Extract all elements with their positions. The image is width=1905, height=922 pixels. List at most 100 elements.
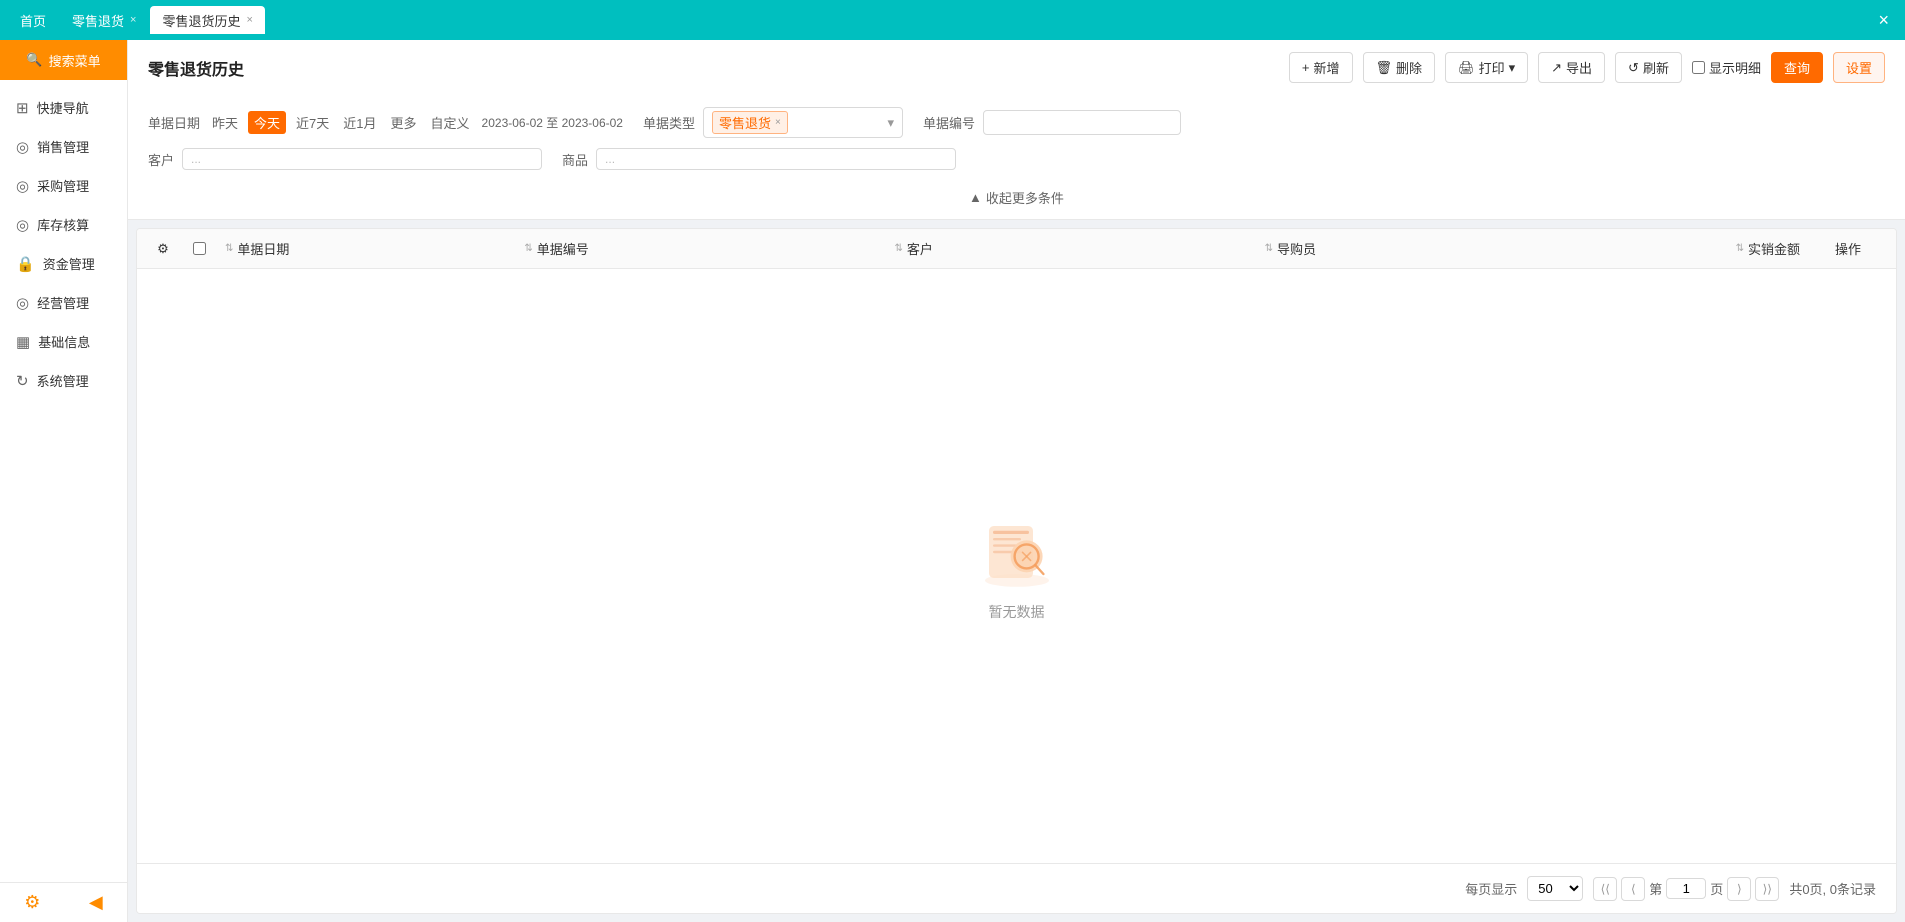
goods-ellipsis: ... <box>605 152 615 166</box>
page-size-select[interactable]: 50 100 200 <box>1527 876 1583 901</box>
date-shortcut-today[interactable]: 今天 <box>248 111 286 134</box>
sidebar-item-label-sales-mgmt: 销售管理 <box>37 137 89 156</box>
th-guide: ⇅ 导购员 <box>1257 239 1556 258</box>
empty-illustration <box>967 510 1067 590</box>
date-filter-label: 单据日期 <box>148 113 200 132</box>
th-customer: ⇅ 客户 <box>886 239 1256 258</box>
page-total-info: 共0页, 0条记录 <box>1789 879 1876 898</box>
toolbar: + 新增 🗑 删除 🖨 打印 ▾ ↗ 导出 <box>1289 52 1885 83</box>
query-button[interactable]: 查询 <box>1771 52 1823 83</box>
sidebar-item-sys-mgmt[interactable]: ↻ 系统管理 <box>0 361 127 400</box>
tab-list: 首页 零售退货 × 零售退货历史 × <box>8 6 1870 34</box>
purchase-mgmt-icon: ◎ <box>16 177 29 195</box>
type-tag-remove[interactable]: × <box>775 117 781 128</box>
th-checkbox[interactable] <box>181 242 217 255</box>
quick-nav-icon: ⊞ <box>16 99 29 117</box>
sidebar-item-finance[interactable]: 🔒 资金管理 <box>0 244 127 283</box>
settings-bottom-icon[interactable]: ⚙ <box>24 892 40 913</box>
settings-filter-button[interactable]: 设置 <box>1833 52 1885 83</box>
display-toggle-label: 显示明细 <box>1709 58 1761 77</box>
collapse-sidebar-icon[interactable]: ◀ <box>89 892 103 913</box>
main-layout: 🔍 搜索菜单 ⊞ 快捷导航 ◎ 销售管理 ◎ 采购管理 ◎ 库存核算 🔒 资金 <box>0 40 1905 922</box>
empty-text: 暂无数据 <box>989 602 1045 622</box>
refresh-icon: ↺ <box>1628 60 1639 76</box>
date-shortcut-yesterday[interactable]: 昨天 <box>208 111 242 134</box>
page-number-input[interactable] <box>1666 878 1706 899</box>
print-chevron-icon: ▾ <box>1509 60 1516 76</box>
topbar-right: × <box>1870 10 1897 31</box>
filter-goods: 商品 ... <box>562 148 956 170</box>
tab-home-label: 首页 <box>20 11 46 30</box>
th-settings[interactable]: ⚙ <box>145 241 181 257</box>
print-icon: 🖨 <box>1458 60 1475 76</box>
delete-button[interactable]: 🗑 删除 <box>1363 52 1436 83</box>
customer-filter-label: 客户 <box>148 150 174 169</box>
page-label: 第 <box>1649 879 1662 898</box>
order-no-filter-label: 单据编号 <box>923 113 975 132</box>
page-size-label: 每页显示 <box>1465 879 1517 898</box>
sidebar-search[interactable]: 🔍 搜索菜单 <box>0 40 127 80</box>
sort-icon-customer[interactable]: ⇅ <box>894 243 902 254</box>
new-button[interactable]: + 新增 <box>1289 52 1353 83</box>
date-shortcut-7days[interactable]: 近7天 <box>292 111 333 134</box>
date-shortcut-1month[interactable]: 近1月 <box>339 111 380 134</box>
sidebar-item-sales-mgmt[interactable]: ◎ 销售管理 <box>0 127 127 166</box>
collapse-button-label: 收起更多条件 <box>986 188 1064 207</box>
tab-retail-return[interactable]: 零售退货 × <box>60 6 148 34</box>
type-tag-input[interactable]: 零售退货 × ▾ <box>703 107 903 138</box>
select-all-checkbox[interactable] <box>193 242 206 255</box>
prev-page-button[interactable]: ⟨ <box>1621 877 1645 901</box>
refresh-button[interactable]: ↺ 刷新 <box>1615 52 1682 83</box>
tab-retail-return-history-close[interactable]: × <box>246 14 252 26</box>
settings-col-icon: ⚙ <box>157 241 169 257</box>
search-icon: 🔍 <box>26 52 42 68</box>
plus-icon: + <box>1302 60 1310 75</box>
collapse-up-icon: ▲ <box>969 190 982 205</box>
export-icon: ↗ <box>1551 60 1562 76</box>
type-tag: 零售退货 × <box>712 111 788 134</box>
customer-input[interactable]: ... <box>182 148 542 170</box>
sidebar-item-purchase-mgmt[interactable]: ◎ 采购管理 <box>0 166 127 205</box>
table-header: ⚙ ⇅ 单据日期 ⇅ 单据编号 ⇅ 客户 ⇅ <box>137 229 1896 269</box>
sidebar-item-quick-nav[interactable]: ⊞ 快捷导航 <box>0 88 127 127</box>
tab-retail-return-close[interactable]: × <box>130 14 136 26</box>
sidebar-item-basic-info[interactable]: ▦ 基础信息 <box>0 322 127 361</box>
sort-icon-amount[interactable]: ⇅ <box>1736 243 1744 254</box>
goods-input[interactable]: ... <box>596 148 956 170</box>
sort-icon-guide[interactable]: ⇅ <box>1265 243 1273 254</box>
first-page-button[interactable]: ⟨⟨ <box>1593 877 1617 901</box>
date-range-display: 2023-06-02 至 2023-06-02 <box>482 114 623 131</box>
date-shortcut-more[interactable]: 更多 <box>387 111 421 134</box>
print-button[interactable]: 🖨 打印 ▾ <box>1445 52 1528 83</box>
sidebar-item-inventory[interactable]: ◎ 库存核算 <box>0 205 127 244</box>
sort-icon-order-no[interactable]: ⇅ <box>524 243 532 254</box>
page-header: 零售退货历史 + 新增 🗑 删除 🖨 打印 ▾ <box>128 40 1905 220</box>
display-toggle: 显示明细 <box>1692 58 1761 77</box>
last-page-button[interactable]: ⟩⟩ <box>1755 877 1779 901</box>
sort-icon-date[interactable]: ⇅ <box>225 243 233 254</box>
filter-type: 单据类型 零售退货 × ▾ <box>643 107 903 138</box>
th-action-label: 操作 <box>1835 239 1861 258</box>
sidebar-item-label-basic-info: 基础信息 <box>38 332 90 351</box>
sidebar-search-label: 搜索菜单 <box>49 51 101 70</box>
sidebar: 🔍 搜索菜单 ⊞ 快捷导航 ◎ 销售管理 ◎ 采购管理 ◎ 库存核算 🔒 资金 <box>0 40 128 922</box>
sidebar-item-operations[interactable]: ◎ 经营管理 <box>0 283 127 322</box>
tab-retail-return-history[interactable]: 零售退货历史 × <box>150 6 264 34</box>
tab-home[interactable]: 首页 <box>8 6 58 34</box>
th-amount-label: 实销金额 <box>1748 239 1800 258</box>
finance-icon: 🔒 <box>16 255 35 273</box>
next-page-button[interactable]: ⟩ <box>1727 877 1751 901</box>
collapse-button[interactable]: ▲ 收起更多条件 <box>961 184 1072 211</box>
inventory-icon: ◎ <box>16 216 29 234</box>
refresh-button-label: 刷新 <box>1643 58 1669 77</box>
sidebar-item-label-finance: 资金管理 <box>43 254 95 273</box>
display-toggle-checkbox[interactable] <box>1692 61 1705 74</box>
export-button[interactable]: ↗ 导出 <box>1538 52 1605 83</box>
sys-mgmt-icon: ↻ <box>16 372 29 390</box>
date-shortcut-custom[interactable]: 自定义 <box>427 111 474 134</box>
empty-state: 暂无数据 <box>967 510 1067 622</box>
window-close-button[interactable]: × <box>1870 10 1897 31</box>
order-no-input[interactable] <box>983 110 1181 135</box>
export-button-label: 导出 <box>1566 58 1592 77</box>
tab-retail-return-history-label: 零售退货历史 <box>162 11 240 30</box>
